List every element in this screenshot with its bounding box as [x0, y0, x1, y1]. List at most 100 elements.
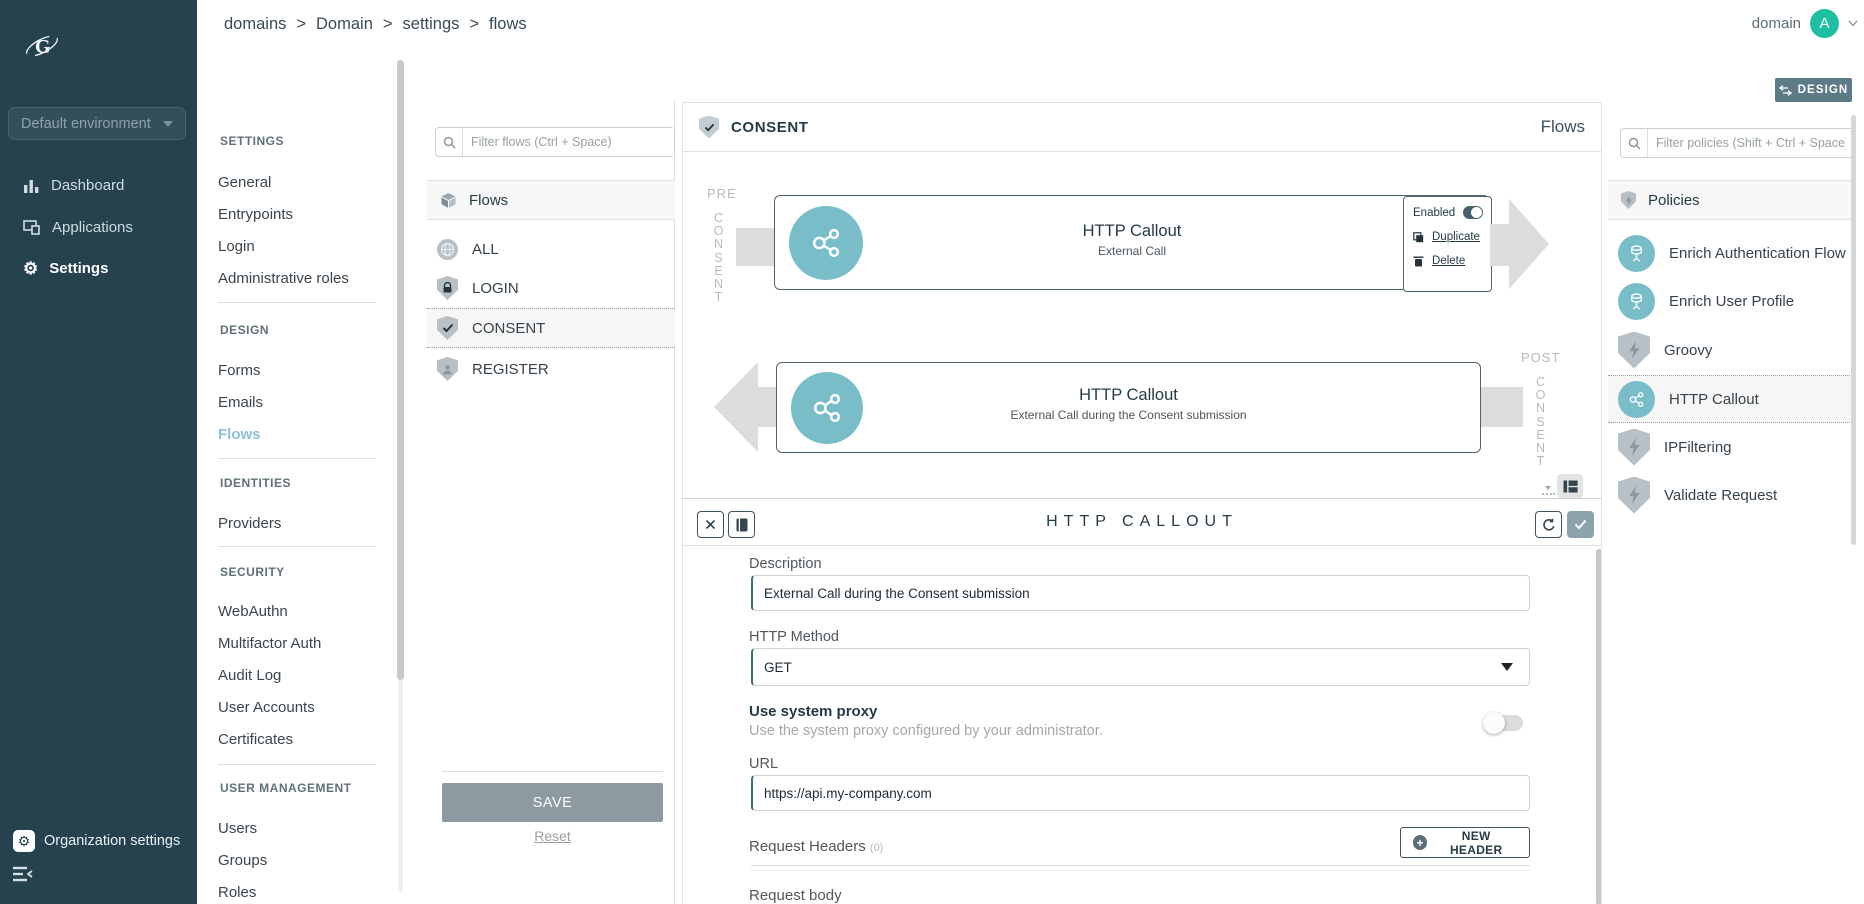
policy-item-groovy[interactable]: Groovy: [1608, 326, 1856, 374]
flow-connector: [1490, 224, 1509, 266]
menu-item-login[interactable]: Login: [218, 238, 255, 255]
flow-item-register[interactable]: REGISTER: [427, 349, 675, 389]
url-input[interactable]: [751, 775, 1530, 811]
flow-connector: [736, 228, 776, 266]
policies-list-title: Policies: [1648, 192, 1700, 209]
user-menu[interactable]: domain A: [1752, 9, 1858, 38]
menu-item-roles[interactable]: Roles: [218, 884, 256, 901]
collapse-sidebar-button[interactable]: [12, 866, 34, 888]
policy-filter-input[interactable]: [1648, 129, 1854, 157]
step-enabled-toggle[interactable]: [1463, 206, 1483, 219]
menu-item-emails[interactable]: Emails: [218, 394, 263, 411]
gravitee-logo-icon[interactable]: G: [22, 26, 62, 71]
menu-divider: [218, 546, 376, 547]
flow-item-label: CONSENT: [472, 320, 545, 337]
menu-item-webauthn[interactable]: WebAuthn: [218, 603, 288, 620]
flow-step-card[interactable]: HTTP Callout External Call during the Co…: [776, 362, 1481, 453]
sidebar-item-settings[interactable]: ⚙ Settings: [23, 260, 108, 277]
environment-label: Default environment: [21, 116, 163, 132]
breadcrumb-settings[interactable]: settings: [403, 15, 460, 33]
menu-section-settings: SETTINGS: [220, 134, 284, 148]
breadcrumb-domain[interactable]: Domain: [316, 15, 373, 33]
menu-item-certificates[interactable]: Certificates: [218, 731, 293, 748]
menu-section-security: SECURITY: [220, 565, 285, 579]
breadcrumb-separator: >: [469, 15, 479, 33]
new-header-button[interactable]: + NEW HEADER: [1400, 827, 1530, 858]
shield-bolt-icon: [1618, 477, 1650, 514]
duplicate-link[interactable]: Duplicate: [1432, 231, 1480, 243]
sidebar-item-label: Applications: [52, 219, 133, 236]
menu-item-providers[interactable]: Providers: [218, 515, 281, 532]
menu-item-administrative-roles[interactable]: Administrative roles: [218, 270, 349, 287]
step-duplicate-row: Duplicate: [1413, 231, 1483, 243]
shield-check-icon: [437, 316, 458, 340]
menu-item-users[interactable]: Users: [218, 820, 257, 837]
breadcrumb-flows[interactable]: flows: [489, 15, 527, 33]
settings-menu: SETTINGS General Entrypoints Login Admin…: [197, 60, 413, 904]
policy-item-http-callout[interactable]: HTTP Callout: [1608, 375, 1856, 423]
http-method-label: HTTP Method: [749, 629, 839, 645]
toggle-editor-panel-button[interactable]: [1557, 474, 1583, 498]
reset-link[interactable]: Reset: [442, 828, 663, 844]
menu-item-user-accounts[interactable]: User Accounts: [218, 699, 315, 716]
flow-connector: [1481, 387, 1523, 427]
menu-item-audit-log[interactable]: Audit Log: [218, 667, 281, 684]
flow-item-label: LOGIN: [472, 280, 519, 297]
reset-step-button[interactable]: [1535, 511, 1562, 538]
policy-filter: [1620, 128, 1855, 158]
system-proxy-toggle[interactable]: [1485, 715, 1523, 731]
apply-step-button[interactable]: [1567, 511, 1594, 538]
flow-item-login[interactable]: LOGIN: [427, 268, 675, 308]
policy-item-ipfiltering[interactable]: IPFiltering: [1608, 423, 1856, 471]
menu-item-multifactor-auth[interactable]: Multifactor Auth: [218, 635, 321, 652]
flow-item-consent[interactable]: CONSENT: [427, 308, 675, 348]
http-callout-icon: [1618, 381, 1655, 418]
flow-step-card[interactable]: HTTP Callout External Call: [774, 195, 1490, 290]
step-subtitle: External Call during the Consent submiss…: [777, 408, 1480, 422]
request-body-label: Request body: [749, 887, 842, 904]
menu-item-groups[interactable]: Groups: [218, 852, 267, 869]
arrow-left-icon: [714, 362, 758, 452]
canvas-panel-title: Flows: [1541, 117, 1585, 137]
menu-divider: [218, 458, 376, 459]
save-button[interactable]: SAVE: [442, 783, 663, 822]
settings-menu-scrollbar[interactable]: [397, 60, 404, 680]
flows-list-header: Flows: [427, 180, 675, 220]
menu-item-entrypoints[interactable]: Entrypoints: [218, 206, 293, 223]
pre-stage-label: PRE: [707, 186, 737, 201]
sidebar-item-applications[interactable]: Applications: [23, 219, 133, 236]
policy-item-label: Validate Request: [1664, 487, 1777, 504]
menu-item-flows[interactable]: Flows: [218, 426, 261, 443]
breadcrumb: domains>Domain>settings>flows: [224, 15, 532, 34]
post-stage-vertical-label: CONSENT: [1535, 376, 1546, 468]
step-editor-panel: HTTP CALLOUT Description HTTP Method GET…: [682, 498, 1602, 904]
organization-settings[interactable]: ⚙ Organization settings: [13, 830, 180, 852]
flow-item-label: REGISTER: [472, 361, 549, 378]
policy-item-enrich-user-profile[interactable]: Enrich User Profile: [1608, 277, 1856, 325]
sidebar-item-dashboard[interactable]: Dashboard: [23, 177, 124, 194]
avatar[interactable]: A: [1810, 9, 1839, 38]
step-title: HTTP Callout: [777, 386, 1480, 405]
breadcrumb-separator: >: [383, 15, 393, 33]
enrich-icon: [1618, 283, 1655, 320]
policy-item-label: HTTP Callout: [1669, 391, 1759, 408]
flow-item-all[interactable]: ALL: [427, 229, 675, 269]
gear-icon: ⚙: [23, 260, 38, 277]
policy-item-enrich-authentication-flow[interactable]: Enrich Authentication Flow: [1608, 229, 1856, 277]
breadcrumb-domains[interactable]: domains: [224, 15, 286, 33]
description-input[interactable]: [751, 575, 1530, 611]
http-method-select[interactable]: GET: [751, 648, 1530, 686]
delete-link[interactable]: Delete: [1432, 255, 1465, 267]
menu-item-forms[interactable]: Forms: [218, 362, 261, 379]
menu-item-general[interactable]: General: [218, 174, 271, 191]
flow-filter-input[interactable]: [463, 128, 674, 156]
system-proxy-description: Use the system proxy configured by your …: [749, 723, 1103, 739]
new-header-label: NEW HEADER: [1435, 829, 1517, 857]
policies-scrollbar[interactable]: [1851, 115, 1856, 545]
design-button[interactable]: DESIGN: [1775, 78, 1852, 102]
editor-scrollbar[interactable]: [1596, 549, 1602, 904]
policy-item-validate-request[interactable]: Validate Request: [1608, 471, 1856, 519]
step-context-menu: Enabled Duplicate Delete: [1403, 196, 1492, 292]
environment-selector[interactable]: Default environment: [8, 107, 186, 140]
flows-panel: Flows ALL LOGIN CONSENT REGISTER: [413, 100, 675, 904]
